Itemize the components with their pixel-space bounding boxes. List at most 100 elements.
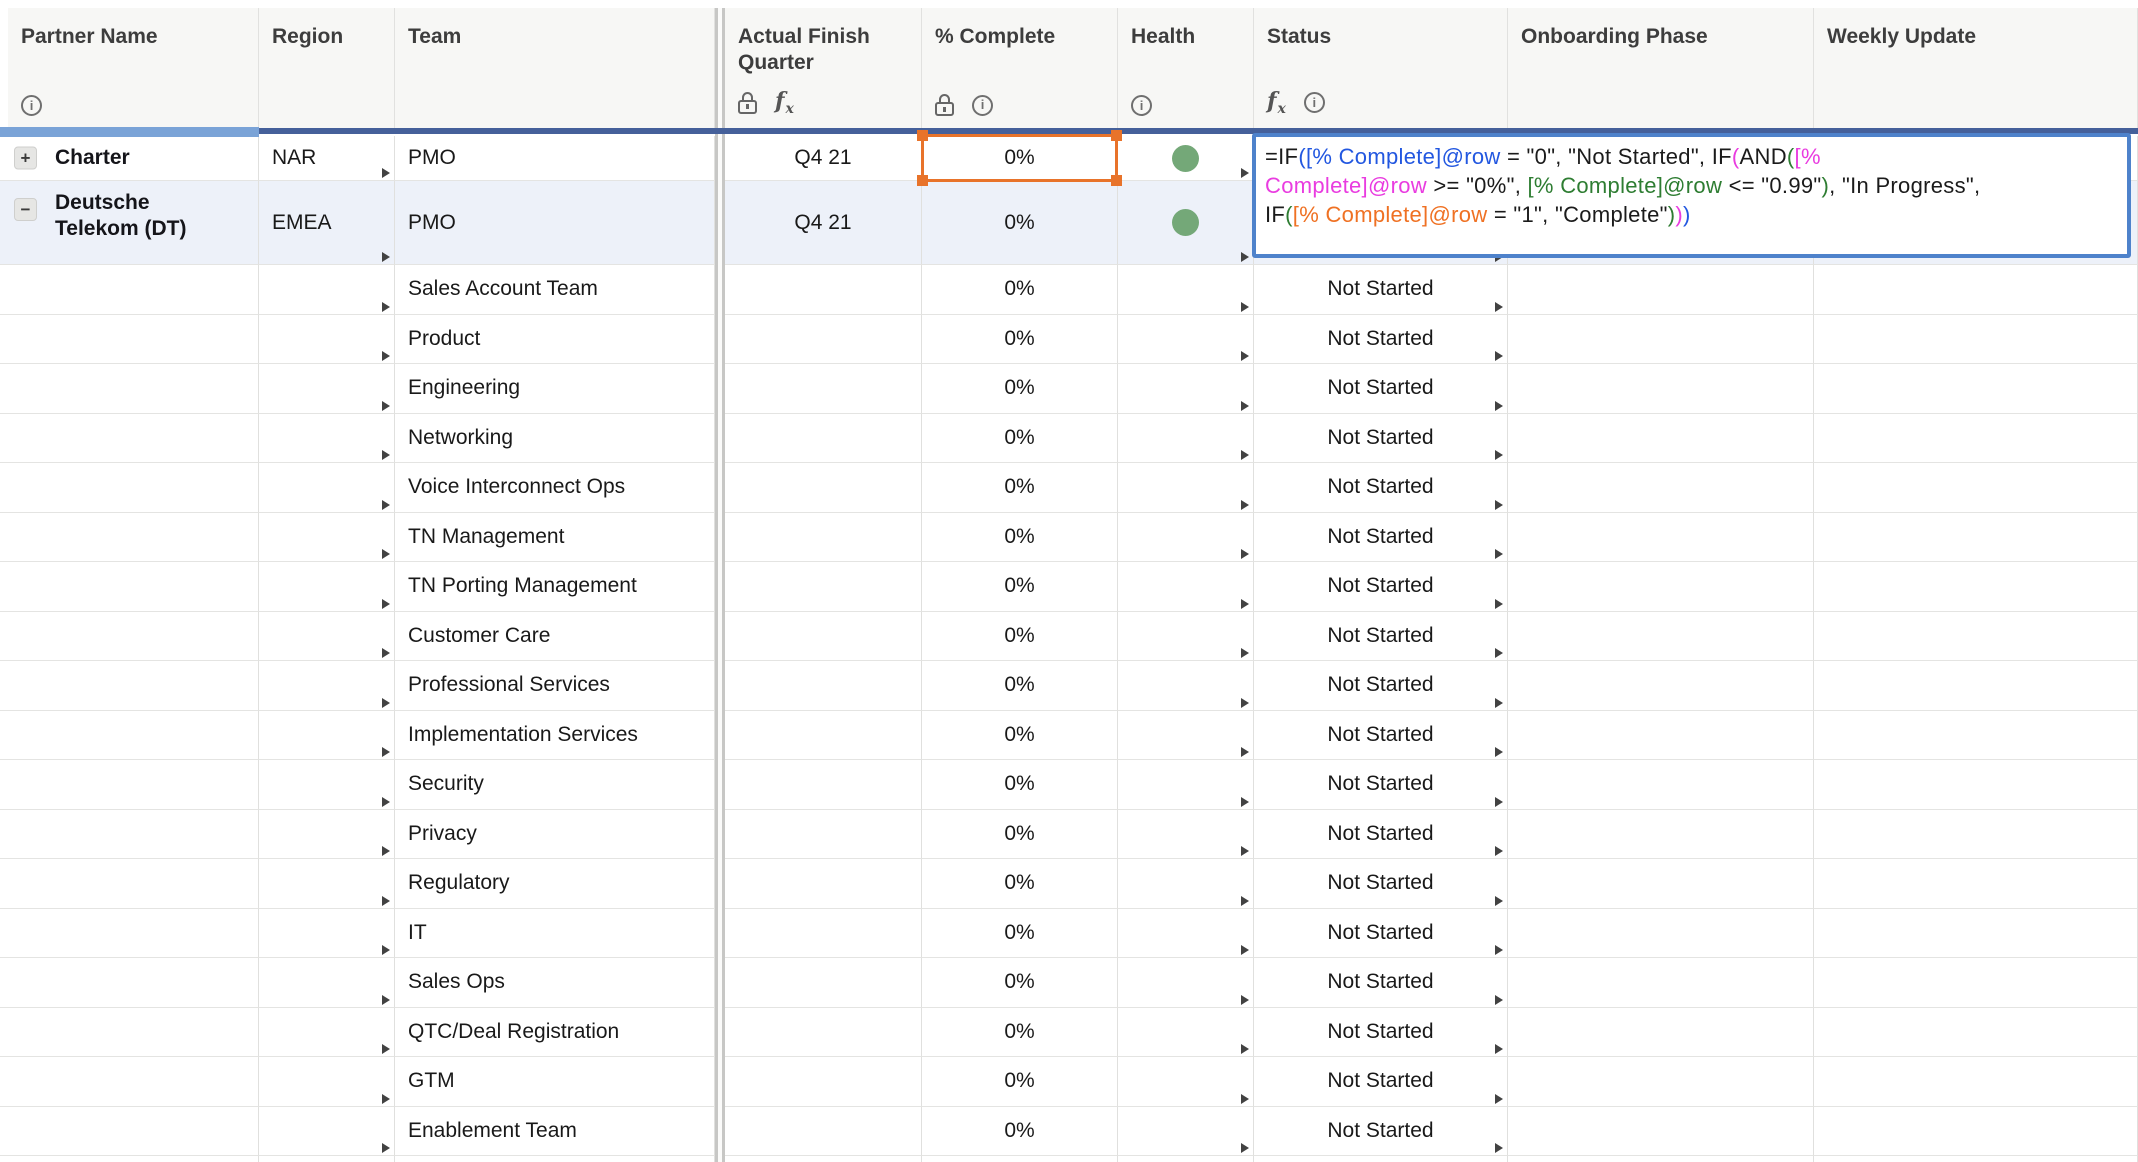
- collapse-row-button[interactable]: −: [14, 198, 37, 221]
- cell-actual-finish-quarter[interactable]: [725, 1057, 922, 1107]
- cell-region[interactable]: [259, 413, 395, 463]
- cell-onboarding-phase[interactable]: [1508, 314, 1814, 364]
- cell-team[interactable]: PMO: [395, 181, 715, 265]
- cell-status[interactable]: Not Started: [1254, 710, 1508, 760]
- cell-onboarding-phase[interactable]: [1508, 1057, 1814, 1107]
- cell-weekly-update[interactable]: [1814, 908, 2138, 958]
- cell-weekly-update[interactable]: [1814, 314, 2138, 364]
- cell-status[interactable]: Not Started: [1254, 463, 1508, 513]
- cell-actual-finish-quarter[interactable]: [725, 364, 922, 414]
- cell-health[interactable]: [1118, 1156, 1254, 1162]
- column-header-health[interactable]: Health i: [1118, 8, 1254, 128]
- cell-status[interactable]: Not Started: [1254, 661, 1508, 711]
- cell-team[interactable]: Customer Care: [395, 611, 715, 661]
- cell-weekly-update[interactable]: [1814, 562, 2138, 612]
- cell-partner-name[interactable]: [0, 958, 259, 1008]
- cell-health[interactable]: [1118, 1057, 1254, 1107]
- cell-weekly-update[interactable]: [1814, 958, 2138, 1008]
- cell-team[interactable]: PMO: [395, 136, 715, 181]
- cell-team[interactable]: Privacy: [395, 809, 715, 859]
- cell-status[interactable]: Not Started: [1254, 1106, 1508, 1156]
- cell-onboarding-phase[interactable]: [1508, 958, 1814, 1008]
- cell-health[interactable]: [1118, 413, 1254, 463]
- cell-actual-finish-quarter[interactable]: [725, 611, 922, 661]
- cell-onboarding-phase[interactable]: [1508, 1106, 1814, 1156]
- cell-weekly-update[interactable]: [1814, 809, 2138, 859]
- cell-status[interactable]: Not Started: [1254, 809, 1508, 859]
- cell-team[interactable]: TN Management: [395, 512, 715, 562]
- cell-status[interactable]: Not Started: [1254, 562, 1508, 612]
- cell-pct-complete[interactable]: 0%: [922, 809, 1118, 859]
- column-header-onboarding-phase[interactable]: Onboarding Phase: [1508, 8, 1814, 128]
- cell-health[interactable]: [1118, 314, 1254, 364]
- cell-team[interactable]: Regulatory: [395, 859, 715, 909]
- cell-weekly-update[interactable]: [1814, 710, 2138, 760]
- cell-pct-complete[interactable]: 0%: [922, 265, 1118, 315]
- column-header-actual-finish-quarter[interactable]: Actual Finish Quarter fx: [725, 8, 922, 128]
- cell-region[interactable]: [259, 463, 395, 513]
- cell-team[interactable]: IT: [395, 908, 715, 958]
- cell-onboarding-phase[interactable]: [1508, 463, 1814, 513]
- cell-region[interactable]: [259, 908, 395, 958]
- cell-weekly-update[interactable]: [1814, 265, 2138, 315]
- cell-region[interactable]: [259, 809, 395, 859]
- cell-onboarding-phase[interactable]: [1508, 265, 1814, 315]
- cell-team[interactable]: Sales Ops: [395, 958, 715, 1008]
- column-header-status[interactable]: Status fx i: [1254, 8, 1508, 128]
- cell-partner-name[interactable]: [0, 859, 259, 909]
- cell-actual-finish-quarter[interactable]: [725, 265, 922, 315]
- cell-status[interactable]: [1254, 1156, 1508, 1162]
- cell-region[interactable]: [259, 364, 395, 414]
- cell-pct-complete[interactable]: 0%: [922, 181, 1118, 265]
- cell-actual-finish-quarter[interactable]: [725, 512, 922, 562]
- cell-partner-name[interactable]: [0, 562, 259, 612]
- cell-partner-name[interactable]: [0, 364, 259, 414]
- cell-actual-finish-quarter[interactable]: [725, 1106, 922, 1156]
- column-header-pct-complete[interactable]: % Complete i: [922, 8, 1118, 128]
- cell-pct-complete[interactable]: 0%: [922, 661, 1118, 711]
- cell-pct-complete[interactable]: 0%: [922, 611, 1118, 661]
- cell-health[interactable]: [1118, 710, 1254, 760]
- cell-partner-name[interactable]: [0, 265, 259, 315]
- cell-status[interactable]: Not Started: [1254, 314, 1508, 364]
- cell-pct-complete[interactable]: 0%: [922, 562, 1118, 612]
- drag-handle[interactable]: [1111, 175, 1122, 186]
- cell-status[interactable]: Not Started: [1254, 364, 1508, 414]
- cell-weekly-update[interactable]: [1814, 1156, 2138, 1162]
- cell-pct-complete[interactable]: 0%: [922, 908, 1118, 958]
- cell-team[interactable]: Security: [395, 760, 715, 810]
- cell-actual-finish-quarter[interactable]: [725, 958, 922, 1008]
- cell-actual-finish-quarter[interactable]: [725, 1156, 922, 1162]
- cell-status[interactable]: Not Started: [1254, 512, 1508, 562]
- cell-onboarding-phase[interactable]: [1508, 1007, 1814, 1057]
- cell-region[interactable]: [259, 760, 395, 810]
- cell-health[interactable]: [1118, 661, 1254, 711]
- info-icon[interactable]: i: [1131, 95, 1152, 116]
- cell-weekly-update[interactable]: [1814, 413, 2138, 463]
- cell-pct-complete[interactable]: 0%: [922, 463, 1118, 513]
- cell-health[interactable]: [1118, 958, 1254, 1008]
- cell-pct-complete[interactable]: 0%: [922, 958, 1118, 1008]
- expand-row-button[interactable]: +: [14, 146, 37, 170]
- drag-handle[interactable]: [917, 175, 928, 186]
- cell-pct-complete[interactable]: 0%: [922, 314, 1118, 364]
- cell-region[interactable]: EMEA: [259, 181, 395, 265]
- cell-weekly-update[interactable]: [1814, 364, 2138, 414]
- cell-status[interactable]: Not Started: [1254, 1057, 1508, 1107]
- cell-onboarding-phase[interactable]: [1508, 364, 1814, 414]
- info-icon[interactable]: i: [21, 95, 42, 116]
- cell-pct-complete[interactable]: 0%: [922, 1057, 1118, 1107]
- cell-partner-name[interactable]: [0, 1007, 259, 1057]
- cell-partner-name[interactable]: [0, 661, 259, 711]
- cell-team[interactable]: Sales Account Team: [395, 265, 715, 315]
- cell-status[interactable]: Not Started: [1254, 611, 1508, 661]
- cell-partner-name[interactable]: [0, 1106, 259, 1156]
- cell-partner-name[interactable]: + Charter: [0, 136, 259, 181]
- cell-actual-finish-quarter[interactable]: [725, 413, 922, 463]
- info-icon[interactable]: i: [972, 94, 993, 116]
- cell-onboarding-phase[interactable]: [1508, 512, 1814, 562]
- cell-weekly-update[interactable]: [1814, 611, 2138, 661]
- formula-editor[interactable]: =IF([% Complete]@row = "0", "Not Started…: [1252, 133, 2131, 258]
- cell-status[interactable]: Not Started: [1254, 760, 1508, 810]
- cell-team[interactable]: Professional Services: [395, 661, 715, 711]
